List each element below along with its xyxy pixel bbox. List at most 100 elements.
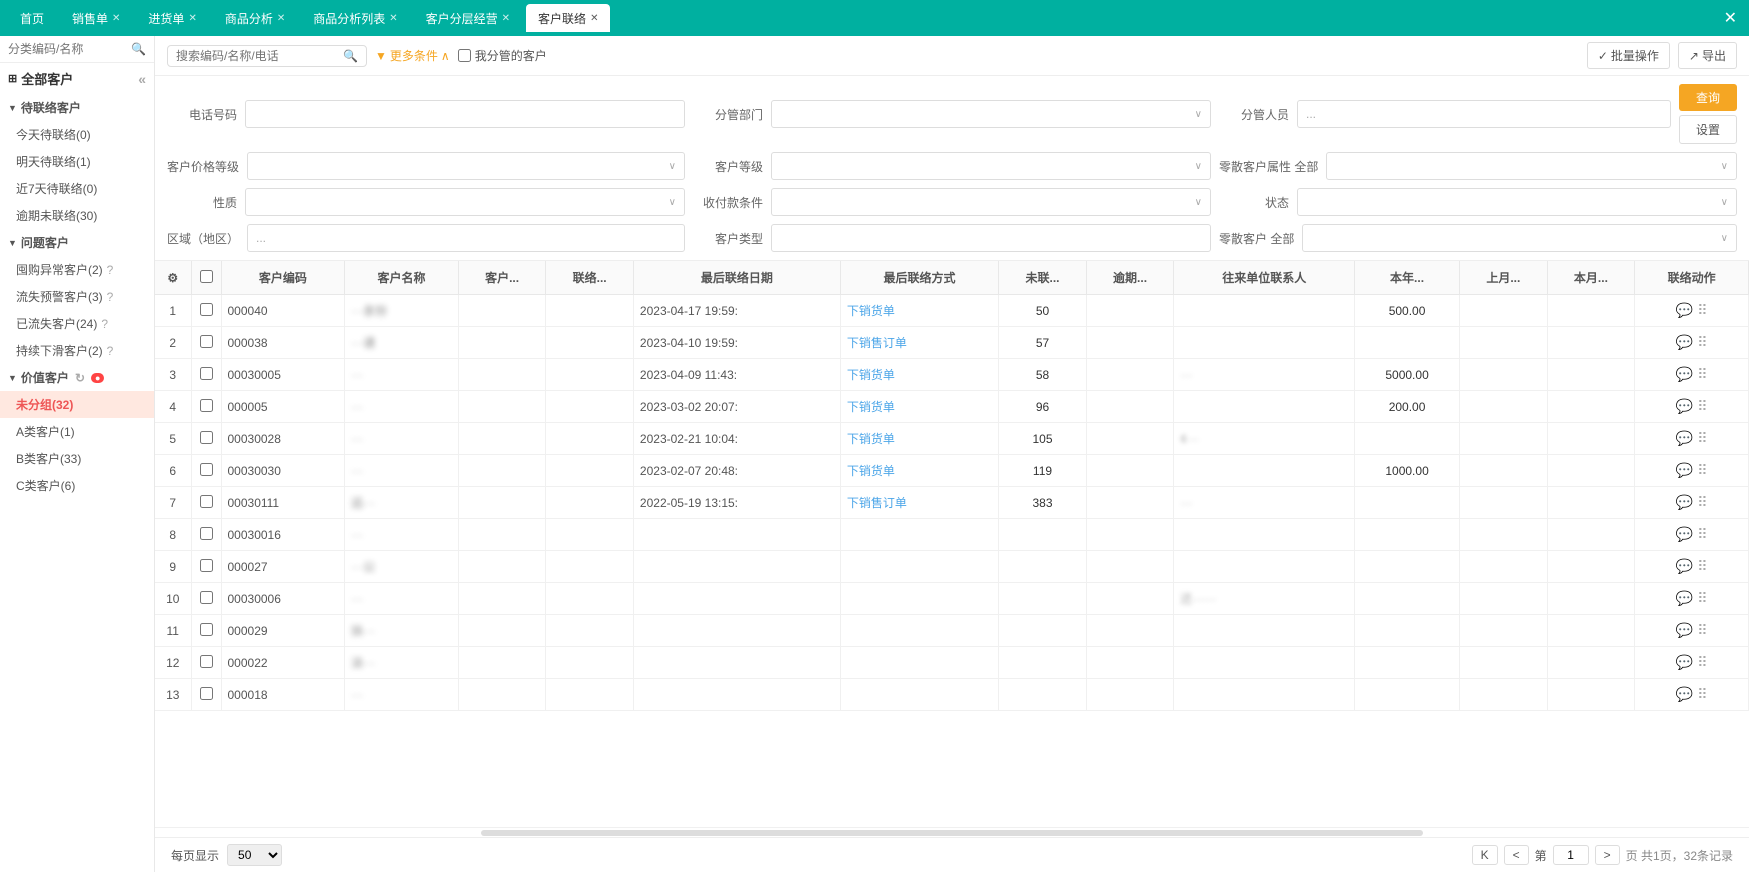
my-customer-check[interactable]	[458, 49, 471, 62]
contact-icon[interactable]: 💬	[1676, 686, 1693, 703]
row-checkbox[interactable]	[191, 647, 221, 679]
search-icon[interactable]: 🔍	[343, 49, 358, 63]
row-checkbox[interactable]	[191, 359, 221, 391]
contact-icon[interactable]: 💬	[1676, 494, 1693, 511]
more-icon[interactable]: ⠿	[1697, 686, 1707, 703]
more-icon[interactable]: ⠿	[1697, 590, 1707, 607]
sidebar-item-churn-warning[interactable]: 流失预警客户(3) ?	[0, 283, 154, 310]
col-last-date[interactable]: 最后联络日期	[633, 261, 840, 295]
sidebar-group-value[interactable]: ▼ 价值客户 ↻ ●	[0, 364, 154, 391]
sidebar-item-c-class[interactable]: C类客户(6)	[0, 472, 154, 499]
query-button[interactable]: 查询	[1679, 84, 1737, 111]
sidebar-item-today[interactable]: 今天待联络(0)	[0, 121, 154, 148]
export-button[interactable]: ↗ 导出	[1678, 42, 1737, 69]
nav-tab-analysis-list[interactable]: 商品分析列表 ✕	[301, 4, 409, 32]
row-checkbox[interactable]	[191, 455, 221, 487]
contact-icon[interactable]: 💬	[1676, 526, 1693, 543]
row-checkbox[interactable]	[191, 423, 221, 455]
col-not-contact[interactable]: 未联...	[999, 261, 1087, 295]
filter-input-status[interactable]: ∨	[1297, 188, 1737, 216]
sidebar-item-hoarding[interactable]: 囤购异常客户(2) ?	[0, 256, 154, 283]
filter-input-dept[interactable]: ∨	[771, 100, 1211, 128]
nav-home[interactable]: 首页	[8, 10, 56, 27]
row-checkbox[interactable]	[191, 679, 221, 711]
contact-icon[interactable]: 💬	[1676, 398, 1693, 415]
more-icon[interactable]: ⠿	[1697, 462, 1707, 479]
row-checkbox[interactable]	[191, 391, 221, 423]
close-tab-icon[interactable]: ✕	[112, 13, 120, 24]
row-last-way[interactable]	[840, 615, 998, 647]
nav-tab-sales[interactable]: 销售单 ✕	[60, 4, 132, 32]
nav-tab-customer-contact[interactable]: 客户联络 ✕	[526, 4, 610, 32]
collapse-sidebar-icon[interactable]: «	[138, 71, 146, 87]
contact-icon[interactable]: 💬	[1676, 430, 1693, 447]
more-icon[interactable]: ⠿	[1697, 430, 1707, 447]
row-last-way[interactable]: 下销售订单	[840, 487, 998, 519]
row-last-way[interactable]: 下销货单	[840, 423, 998, 455]
refresh-icon[interactable]: ↻	[75, 371, 85, 385]
filter-input-nature[interactable]: ∨	[245, 188, 685, 216]
col-this-month[interactable]: 本月...	[1547, 261, 1635, 295]
filter-input-payment[interactable]: ∨	[771, 188, 1211, 216]
sidebar-item-tomorrow[interactable]: 明天待联络(1)	[0, 148, 154, 175]
filter-input-price-level[interactable]: ∨	[247, 152, 685, 180]
per-page-select[interactable]: 50 20 100	[227, 844, 282, 866]
col-code[interactable]: 客户编码	[221, 261, 345, 295]
row-checkbox[interactable]	[191, 327, 221, 359]
filter-input-retail[interactable]: ∨	[1302, 224, 1737, 252]
contact-icon[interactable]: 💬	[1676, 654, 1693, 671]
select-all-checkbox[interactable]	[200, 270, 213, 283]
my-customer-checkbox[interactable]: 我分管的客户	[458, 47, 547, 64]
batch-op-button[interactable]: ✓ 批量操作	[1587, 42, 1670, 69]
more-icon[interactable]: ⠿	[1697, 526, 1707, 543]
row-last-way[interactable]: 下销货单	[840, 359, 998, 391]
filter-search-input[interactable]	[176, 49, 339, 63]
prev-page-btn[interactable]: <	[1504, 845, 1529, 865]
sidebar-item-b-class[interactable]: B类客户(33)	[0, 445, 154, 472]
row-checkbox[interactable]	[191, 551, 221, 583]
nav-tab-analysis[interactable]: 商品分析 ✕	[213, 4, 297, 32]
filter-search-container[interactable]: 🔍	[167, 45, 367, 67]
col-name[interactable]: 客户名称	[345, 261, 459, 295]
more-icon[interactable]: ⠿	[1697, 494, 1707, 511]
row-last-way[interactable]	[840, 647, 998, 679]
row-checkbox[interactable]	[191, 615, 221, 647]
close-tab-active-icon[interactable]: ✕	[590, 13, 598, 24]
sidebar-item-a-class[interactable]: A类客户(1)	[0, 418, 154, 445]
contact-icon[interactable]: 💬	[1676, 302, 1693, 319]
nav-tab-customer-layer[interactable]: 客户分层经营 ✕	[414, 4, 522, 32]
filter-input-retail-attr[interactable]: ∨	[1326, 152, 1737, 180]
row-last-way[interactable]: 下销货单	[840, 391, 998, 423]
close-tab-icon[interactable]: ✕	[502, 13, 510, 24]
more-icon[interactable]: ⠿	[1697, 302, 1707, 319]
row-last-way[interactable]	[840, 583, 998, 615]
sidebar-group-problem[interactable]: ▼ 问题客户	[0, 229, 154, 256]
reset-button[interactable]: 设置	[1679, 115, 1737, 144]
more-icon[interactable]: ⠿	[1697, 622, 1707, 639]
col-contact[interactable]: 联络...	[546, 261, 634, 295]
more-icon[interactable]: ⠿	[1697, 654, 1707, 671]
first-page-btn[interactable]: K	[1472, 845, 1498, 865]
filter-input-region[interactable]: ...	[247, 224, 685, 252]
contact-icon[interactable]: 💬	[1676, 334, 1693, 351]
close-tab-icon[interactable]: ✕	[389, 13, 397, 24]
sidebar-item-churned[interactable]: 已流失客户(24) ?	[0, 310, 154, 337]
row-last-way[interactable]	[840, 679, 998, 711]
contact-icon[interactable]: 💬	[1676, 462, 1693, 479]
sidebar-item-ungroup[interactable]: 未分组(32)	[0, 391, 154, 418]
col-last-month[interactable]: 上月...	[1460, 261, 1548, 295]
window-close-icon[interactable]: ✕	[1720, 4, 1741, 32]
col-overdue[interactable]: 逾期...	[1086, 261, 1174, 295]
nav-tab-purchase[interactable]: 进货单 ✕	[136, 4, 208, 32]
sidebar-group-pending[interactable]: ▼ 待联络客户	[0, 94, 154, 121]
contact-icon[interactable]: 💬	[1676, 590, 1693, 607]
row-last-way[interactable]: 下销货单	[840, 455, 998, 487]
sidebar-item-7days[interactable]: 近7天待联络(0)	[0, 175, 154, 202]
sidebar-search-container[interactable]: 🔍	[0, 36, 154, 63]
next-page-btn[interactable]: >	[1595, 845, 1620, 865]
close-tab-icon[interactable]: ✕	[188, 13, 196, 24]
page-input[interactable]	[1553, 845, 1589, 865]
col-this-year[interactable]: 本年...	[1355, 261, 1460, 295]
all-customers-header[interactable]: ⊞ 全部客户 «	[0, 63, 154, 94]
filter-input-type[interactable]	[771, 224, 1211, 252]
